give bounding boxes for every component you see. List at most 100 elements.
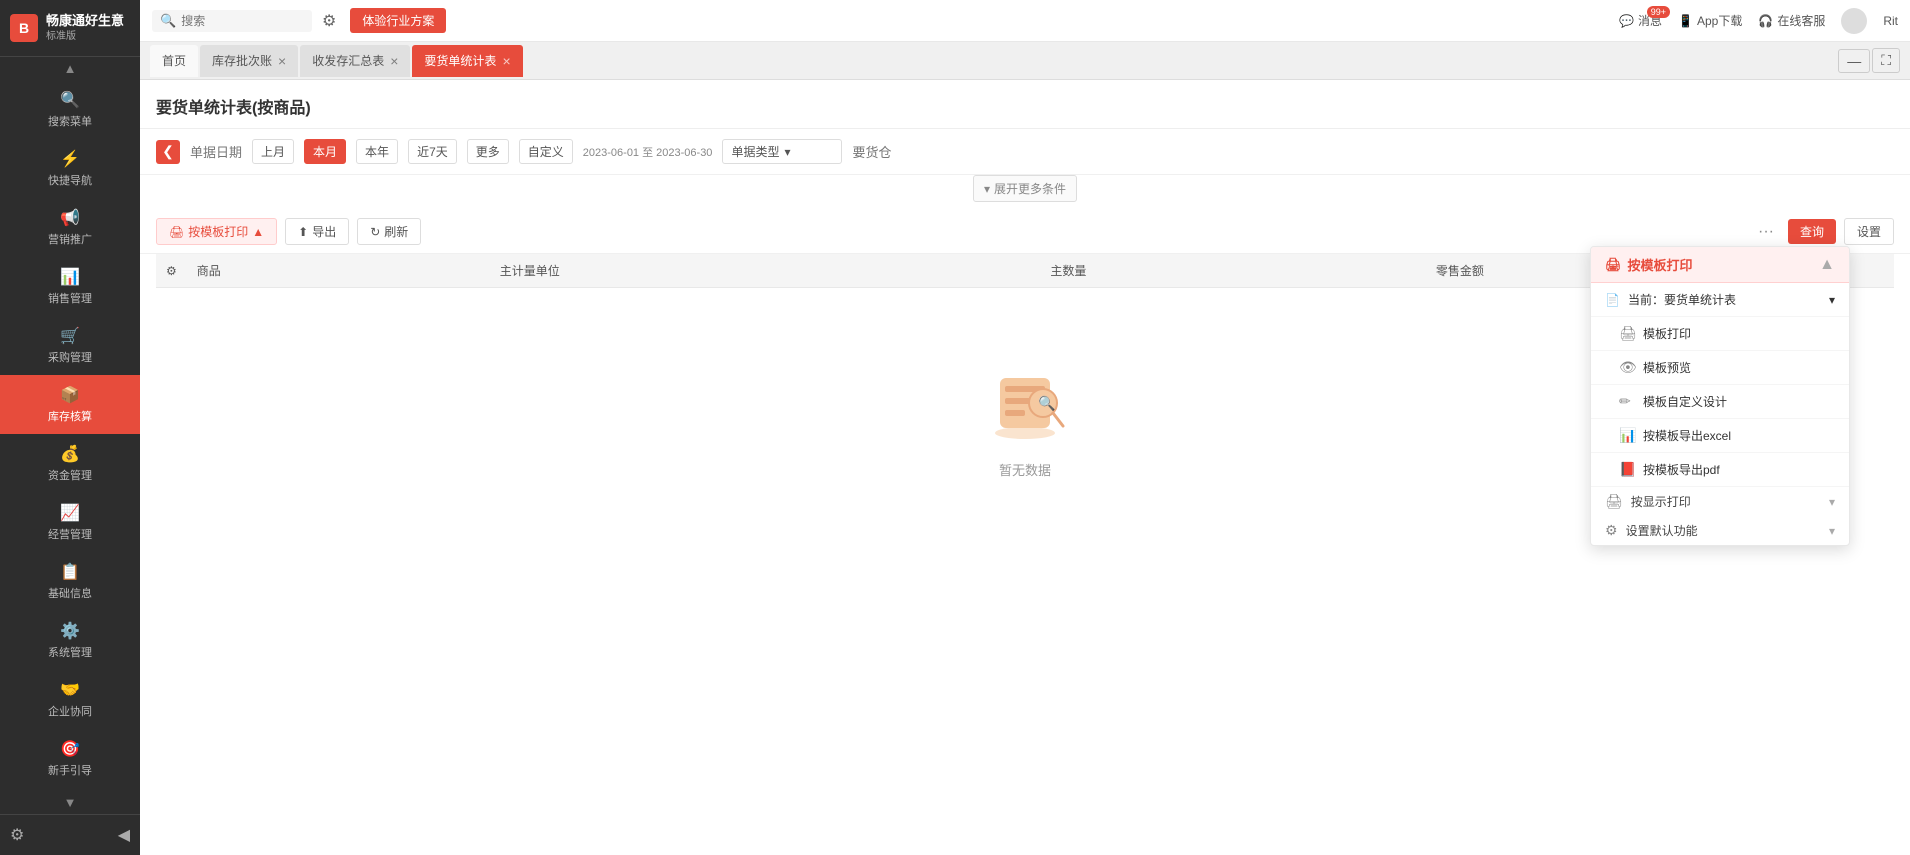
tab-order-stats-close[interactable]: × <box>502 53 510 69</box>
tab-collection-summary-close[interactable]: × <box>390 53 398 69</box>
dropdown-template-excel[interactable]: 📊 按模板导出excel <box>1591 419 1849 453</box>
tab-bar: 首页 库存批次账 × 收发存汇总表 × 要货单统计表 × — ⛶ <box>140 42 1910 80</box>
collapse-sidebar-btn[interactable]: ◀ <box>118 825 130 845</box>
chevron-down-icon: ▾ <box>984 182 990 196</box>
date-btn-custom[interactable]: 自定义 <box>519 139 573 164</box>
sidebar-item-marketing[interactable]: 📢 营销推广 <box>0 198 140 257</box>
app-logo-icon: B <box>10 14 38 42</box>
display-print-arrow: ▾ <box>1829 495 1835 509</box>
tab-home-label: 首页 <box>162 52 186 69</box>
expand-filter-btn[interactable]: ▾ 展开更多条件 <box>973 175 1077 202</box>
tab-expand-btn[interactable]: ⛶ <box>1872 48 1900 73</box>
settings-btn[interactable]: 设置 <box>1844 218 1894 245</box>
th-settings[interactable]: ⚙ <box>156 254 187 288</box>
sidebar-item-label: 搜索菜单 <box>48 113 92 129</box>
dropdown-title-text: 按模板打印 <box>1628 255 1693 274</box>
set-default-arrow: ▾ <box>1829 524 1835 538</box>
sidebar-item-inventory[interactable]: 📦 库存核算 <box>0 375 140 434</box>
print-btn[interactable]: 🖨 按模板打印 ▲ <box>156 218 277 245</box>
dropdown-template-preview[interactable]: 👁 模板预览 <box>1591 351 1849 385</box>
sidebar-item-finance[interactable]: 💰 资金管理 <box>0 434 140 493</box>
search-input[interactable] <box>181 14 304 28</box>
sidebar-item-operations[interactable]: 📈 经营管理 <box>0 493 140 552</box>
tab-batch-accounts[interactable]: 库存批次账 × <box>200 45 298 77</box>
message-badge: 99+ <box>1647 6 1670 18</box>
tab-order-stats[interactable]: 要货单统计表 × <box>412 45 522 77</box>
tab-collection-summary[interactable]: 收发存汇总表 × <box>300 45 410 77</box>
date-filter-label: 单据日期 <box>190 142 242 161</box>
cooperation-icon: 🤝 <box>60 680 80 700</box>
toolbar: 🖨 按模板打印 ▲ ⬆ 导出 ↻ 刷新 ··· 查询 设置 <box>140 210 1910 254</box>
topbar-search-box[interactable]: 🔍 <box>152 10 312 32</box>
type-filter-select[interactable]: 单据类型 ▾ <box>722 139 842 164</box>
online-service-label: 在线客服 <box>1777 12 1825 29</box>
main-area: 🔍 ⚙ 体验行业方案 💬 消息 99+ 📱 App下载 🎧 在线客服 Rit <box>140 0 1910 855</box>
date-btn-more[interactable]: 更多 <box>467 139 509 164</box>
chevron-down-icon: ▾ <box>784 145 790 159</box>
sidebar: B 畅康通好生意 标准版 ▲ 🔍 搜索菜单 ⚡ 快捷导航 📢 营销推广 📊 销售… <box>0 0 140 855</box>
tab-batch-accounts-close[interactable]: × <box>278 53 286 69</box>
sidebar-scroll-down[interactable]: ▼ <box>0 791 140 814</box>
dropdown-template-pdf[interactable]: 📕 按模板导出pdf <box>1591 453 1849 487</box>
template-pdf-icon: 📕 <box>1619 461 1635 478</box>
tab-minimize-btn[interactable]: — <box>1838 49 1870 73</box>
sidebar-item-label: 采购管理 <box>48 349 92 365</box>
gear-icon[interactable]: ⚙ <box>322 11 336 31</box>
type-filter-label: 单据类型 <box>731 143 779 160</box>
set-default-icon: ⚙ <box>1605 522 1618 539</box>
sidebar-nav: 🔍 搜索菜单 ⚡ 快捷导航 📢 营销推广 📊 销售管理 🛒 采购管理 📦 库存核… <box>0 80 140 791</box>
date-btn-this-month[interactable]: 本月 <box>304 139 346 164</box>
date-btn-7days[interactable]: 近7天 <box>408 139 457 164</box>
dropdown-close-btn[interactable]: ▲ <box>1819 256 1835 274</box>
dropdown-set-default[interactable]: ⚙ 设置默认功能 ▾ <box>1591 516 1849 545</box>
sidebar-item-quick-nav[interactable]: ⚡ 快捷导航 <box>0 139 140 198</box>
sidebar-item-label: 销售管理 <box>48 290 92 306</box>
quick-nav-icon: ⚡ <box>60 149 80 169</box>
refresh-label: 刷新 <box>384 223 408 240</box>
sidebar-scroll-up[interactable]: ▲ <box>0 57 140 80</box>
dropdown-current-item[interactable]: 📄 当前：要货单统计表 ▾ <box>1591 283 1849 317</box>
refresh-btn[interactable]: ↻ 刷新 <box>357 218 421 245</box>
date-btn-this-year[interactable]: 本年 <box>356 139 398 164</box>
sidebar-item-search[interactable]: 🔍 搜索菜单 <box>0 80 140 139</box>
edition-label: 标准版 <box>46 30 124 44</box>
query-btn[interactable]: 查询 <box>1788 219 1836 244</box>
th-unit: 主计量单位 <box>490 254 1041 288</box>
settings-footer-btn[interactable]: ⚙ <box>10 825 24 845</box>
sidebar-item-label: 经营管理 <box>48 526 92 542</box>
system-icon: ⚙️ <box>60 621 80 641</box>
sidebar-item-purchase[interactable]: 🛒 采购管理 <box>0 316 140 375</box>
sidebar-item-sales[interactable]: 📊 销售管理 <box>0 257 140 316</box>
filter-collapse-btn[interactable]: ❮ <box>156 140 180 164</box>
printer-icon: 🖨 <box>169 225 184 239</box>
topbar-actions: 💬 消息 99+ 📱 App下载 🎧 在线客服 Rit <box>1619 8 1898 34</box>
search-icon: 🔍 <box>160 13 176 29</box>
filter-bar: ❮ 单据日期 上月 本月 本年 近7天 更多 自定义 2023-06-01 至 … <box>140 129 1910 175</box>
more-options-icon[interactable]: ··· <box>1758 223 1774 241</box>
sidebar-item-app-center[interactable]: 🔲 应用中心 <box>0 788 140 791</box>
user-avatar[interactable] <box>1841 8 1867 34</box>
sidebar-footer: ⚙ ◀ <box>0 814 140 855</box>
dropdown-display-print[interactable]: 🖨 按显示打印 ▾ <box>1591 487 1849 516</box>
sidebar-item-system[interactable]: ⚙️ 系统管理 <box>0 611 140 670</box>
dropdown-template-custom[interactable]: ✏ 模板自定义设计 <box>1591 385 1849 419</box>
sidebar-item-guide[interactable]: 🎯 新手引导 <box>0 729 140 788</box>
message-icon: 💬 <box>1619 14 1634 28</box>
message-action[interactable]: 💬 消息 99+ <box>1619 12 1662 29</box>
app-download-action[interactable]: 📱 App下载 <box>1678 12 1742 29</box>
tab-collection-summary-label: 收发存汇总表 <box>312 52 384 69</box>
online-service-action[interactable]: 🎧 在线客服 <box>1758 12 1825 29</box>
print-header-icon: 🖨 <box>1605 257 1622 273</box>
headset-icon: 🎧 <box>1758 14 1773 28</box>
dropdown-template-print[interactable]: 🖨 模板打印 <box>1591 317 1849 351</box>
tab-home[interactable]: 首页 <box>150 45 198 77</box>
empty-text: 暂无数据 <box>999 460 1051 479</box>
sidebar-item-basic-info[interactable]: 📋 基础信息 <box>0 552 140 611</box>
refresh-icon: ↻ <box>370 225 380 239</box>
sidebar-item-label: 营销推广 <box>48 231 92 247</box>
sidebar-item-label: 系统管理 <box>48 644 92 660</box>
date-btn-last-month[interactable]: 上月 <box>252 139 294 164</box>
trial-btn[interactable]: 体验行业方案 <box>350 8 446 33</box>
sidebar-item-cooperation[interactable]: 🤝 企业协同 <box>0 670 140 729</box>
export-btn[interactable]: ⬆ 导出 <box>285 218 349 245</box>
